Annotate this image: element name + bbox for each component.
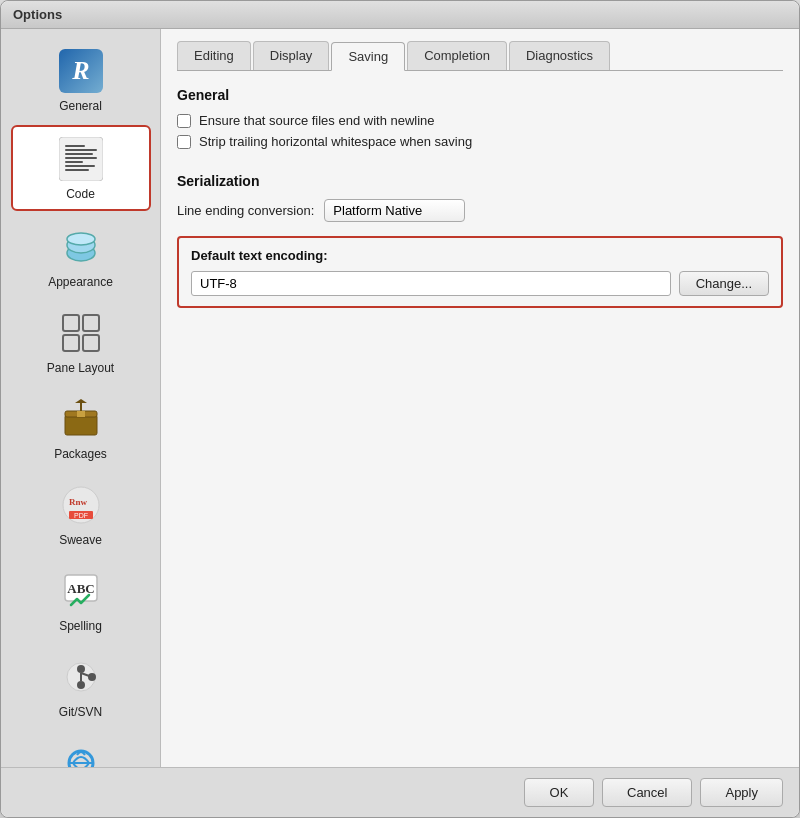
apply-button[interactable]: Apply <box>700 778 783 807</box>
svg-rect-6 <box>65 157 97 159</box>
main-panel: Editing Display Saving Completion Diagno… <box>161 29 799 767</box>
svg-rect-8 <box>65 165 95 167</box>
ok-button[interactable]: OK <box>524 778 594 807</box>
tab-diagnostics[interactable]: Diagnostics <box>509 41 610 70</box>
svg-rect-5 <box>65 153 93 155</box>
svg-rect-13 <box>63 315 79 331</box>
sidebar-item-publishing[interactable]: Publishing <box>11 731 151 767</box>
sidebar-item-pane-layout[interactable]: Pane Layout <box>11 301 151 383</box>
checkbox-whitespace-label: Strip trailing horizontal whitespace whe… <box>199 134 472 149</box>
svg-point-12 <box>67 233 95 245</box>
sidebar-appearance-label: Appearance <box>48 275 113 289</box>
sidebar-item-general[interactable]: R General <box>11 39 151 121</box>
svg-rect-15 <box>63 335 79 351</box>
serialization-title: Serialization <box>177 173 783 189</box>
checkbox-whitespace[interactable] <box>177 135 191 149</box>
sidebar-item-packages[interactable]: Packages <box>11 387 151 469</box>
svg-rect-9 <box>65 169 89 171</box>
sidebar-packages-label: Packages <box>54 447 107 461</box>
r-icon: R <box>57 47 105 95</box>
encoding-input[interactable] <box>191 271 671 296</box>
sidebar-item-spelling[interactable]: ABC Spelling <box>11 559 151 641</box>
packages-icon <box>57 395 105 443</box>
checkbox-row-whitespace: Strip trailing horizontal whitespace whe… <box>177 134 783 149</box>
svg-rect-19 <box>77 411 85 417</box>
code-icon <box>57 135 105 183</box>
svg-text:ABC: ABC <box>67 581 94 596</box>
pane-layout-icon <box>57 309 105 357</box>
sidebar-git-svn-label: Git/SVN <box>59 705 102 719</box>
svg-rect-7 <box>65 161 83 163</box>
svg-point-29 <box>77 665 85 673</box>
svg-text:Rnw: Rnw <box>69 497 88 507</box>
tab-saving[interactable]: Saving <box>331 42 405 71</box>
svg-rect-3 <box>65 145 85 147</box>
change-button[interactable]: Change... <box>679 271 769 296</box>
tab-editing[interactable]: Editing <box>177 41 251 70</box>
checkbox-newline[interactable] <box>177 114 191 128</box>
git-svn-icon <box>57 653 105 701</box>
serialization-section: Serialization Line ending conversion: Pl… <box>177 173 783 236</box>
line-ending-select[interactable]: Platform Native Windows (CR/LF) POSIX (L… <box>324 199 465 222</box>
appearance-icon <box>57 223 105 271</box>
sidebar-sweave-label: Sweave <box>59 533 102 547</box>
tab-bar: Editing Display Saving Completion Diagno… <box>177 41 783 71</box>
encoding-row: Change... <box>191 271 769 296</box>
svg-point-30 <box>77 681 85 689</box>
line-ending-select-wrapper: Platform Native Windows (CR/LF) POSIX (L… <box>324 199 465 222</box>
encoding-box: Default text encoding: Change... <box>177 236 783 308</box>
svg-marker-21 <box>75 399 87 403</box>
svg-rect-16 <box>83 335 99 351</box>
sidebar-code-label: Code <box>66 187 95 201</box>
sidebar: R General <box>1 29 161 767</box>
sidebar-item-code[interactable]: Code <box>11 125 151 211</box>
sidebar-spelling-label: Spelling <box>59 619 102 633</box>
sidebar-item-git-svn[interactable]: Git/SVN <box>11 645 151 727</box>
cancel-button[interactable]: Cancel <box>602 778 692 807</box>
sidebar-item-sweave[interactable]: Rnw PDF Sweave <box>11 473 151 555</box>
line-ending-label: Line ending conversion: <box>177 203 314 218</box>
options-dialog: Options R <box>0 0 800 818</box>
svg-point-34 <box>69 751 93 767</box>
svg-rect-17 <box>65 415 97 435</box>
svg-rect-4 <box>65 149 97 151</box>
publishing-icon <box>57 739 105 767</box>
checkbox-row-newline: Ensure that source files end with newlin… <box>177 113 783 128</box>
sidebar-pane-layout-label: Pane Layout <box>47 361 114 375</box>
line-ending-row: Line ending conversion: Platform Native … <box>177 199 783 222</box>
checkbox-newline-label: Ensure that source files end with newlin… <box>199 113 435 128</box>
bottom-bar: OK Cancel Apply <box>1 767 799 817</box>
content-area: R General <box>1 29 799 767</box>
spelling-icon: ABC <box>57 567 105 615</box>
encoding-section-label: Default text encoding: <box>191 248 769 263</box>
dialog-title: Options <box>13 7 62 22</box>
tab-display[interactable]: Display <box>253 41 330 70</box>
sidebar-item-appearance[interactable]: Appearance <box>11 215 151 297</box>
title-bar: Options <box>1 1 799 29</box>
svg-text:R: R <box>71 56 89 85</box>
sweave-icon: Rnw PDF <box>57 481 105 529</box>
general-section-title: General <box>177 87 783 103</box>
sidebar-general-label: General <box>59 99 102 113</box>
svg-text:PDF: PDF <box>74 512 88 519</box>
tab-completion[interactable]: Completion <box>407 41 507 70</box>
svg-rect-14 <box>83 315 99 331</box>
